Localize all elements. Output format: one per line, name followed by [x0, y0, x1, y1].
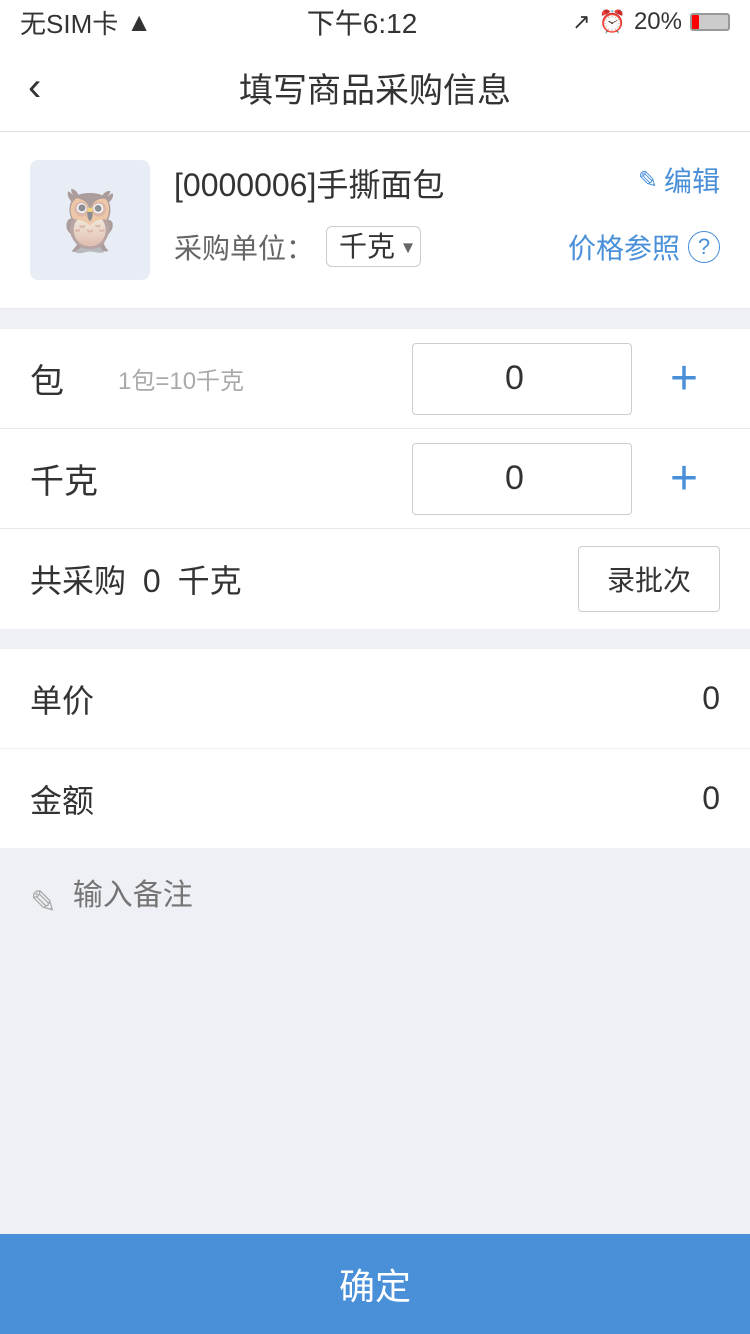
kg-input[interactable] — [412, 443, 632, 515]
product-code: [0000006] — [174, 167, 316, 203]
kg-label: 千克 — [30, 454, 110, 503]
summary-row: 共采购 0 千克 录批次 — [0, 529, 750, 629]
battery-icon — [690, 13, 730, 31]
pencil-icon: ✎ — [30, 883, 57, 921]
unit-price-value: 0 — [702, 680, 720, 717]
price-ref-label: 价格参照 — [568, 227, 680, 267]
purchase-unit-label: 采购单位： — [174, 227, 314, 267]
remark-input[interactable] — [73, 879, 720, 913]
summary-unit: 千克 — [178, 563, 242, 599]
battery-pct: 20% — [634, 8, 682, 36]
page-title: 填写商品采购信息 — [239, 63, 511, 112]
unit-price-row: 单价 0 — [0, 649, 750, 749]
product-image: 🦉 — [30, 160, 150, 280]
status-right: ↗ ⏰ 20% — [572, 8, 730, 36]
amount-value: 0 — [702, 780, 720, 817]
amount-row: 金额 0 — [0, 749, 750, 849]
nav-bar: ‹ 填写商品采购信息 — [0, 44, 750, 132]
kg-input-wrap: + — [110, 443, 720, 515]
bag-label: 包 — [30, 354, 110, 403]
purchase-unit-row: 采购单位： 千克 包 价格参照 ? — [174, 226, 720, 267]
bag-row: 包 1包=10千克 + — [0, 329, 750, 429]
wifi-icon: ▲ — [126, 7, 152, 38]
price-section: 单价 0 金额 0 — [0, 649, 750, 849]
product-name: [0000006]手撕面包 — [174, 160, 638, 206]
unit-price-label: 单价 — [30, 676, 94, 722]
kg-plus-button[interactable]: + — [648, 443, 720, 515]
unit-select[interactable]: 千克 包 — [326, 226, 421, 267]
summary-value: 0 — [143, 563, 161, 599]
product-card: 🦉 [0000006]手撕面包 ✎ 编辑 采购单位： 千克 包 价格参照 ? — [0, 132, 750, 309]
remark-section: ✎ — [0, 849, 750, 1009]
alarm-icon: ⏰ — [599, 9, 626, 35]
product-owl-icon: 🦉 — [53, 185, 128, 256]
bag-input[interactable] — [412, 343, 632, 415]
location-icon: ↗ — [572, 9, 590, 35]
bag-input-wrap: + — [244, 343, 720, 415]
kg-row: 千克 + — [0, 429, 750, 529]
edit-button[interactable]: ✎ 编辑 — [638, 160, 720, 200]
summary-text: 共采购 0 千克 — [30, 556, 242, 602]
edit-icon: ✎ — [638, 166, 658, 195]
question-icon: ? — [688, 231, 720, 263]
carrier-text: 无SIM卡 — [20, 4, 118, 41]
unit-select-wrap[interactable]: 千克 包 — [326, 226, 421, 267]
section-divider-2 — [0, 629, 750, 649]
product-title: 手撕面包 — [316, 167, 444, 203]
section-divider-1 — [0, 309, 750, 329]
bag-sub-label: 1包=10千克 — [118, 361, 244, 396]
summary-label: 共采购 — [30, 563, 126, 599]
confirm-button[interactable]: 确定 — [0, 1234, 750, 1334]
amount-label: 金额 — [30, 776, 94, 822]
price-ref-button[interactable]: 价格参照 ? — [568, 227, 720, 267]
status-left: 无SIM卡 ▲ — [20, 4, 152, 41]
time-text: 下午6:12 — [307, 2, 418, 42]
batch-button[interactable]: 录批次 — [578, 546, 720, 612]
product-info: [0000006]手撕面包 ✎ 编辑 采购单位： 千克 包 价格参照 ? — [174, 160, 720, 267]
product-header: [0000006]手撕面包 ✎ 编辑 — [174, 160, 720, 206]
status-bar: 无SIM卡 ▲ 下午6:12 ↗ ⏰ 20% — [0, 0, 750, 44]
form-section: 包 1包=10千克 + 千克 + 共采购 0 千克 录批次 — [0, 329, 750, 629]
back-button[interactable]: ‹ — [28, 65, 41, 110]
edit-label: 编辑 — [664, 160, 720, 200]
bag-plus-button[interactable]: + — [648, 343, 720, 415]
